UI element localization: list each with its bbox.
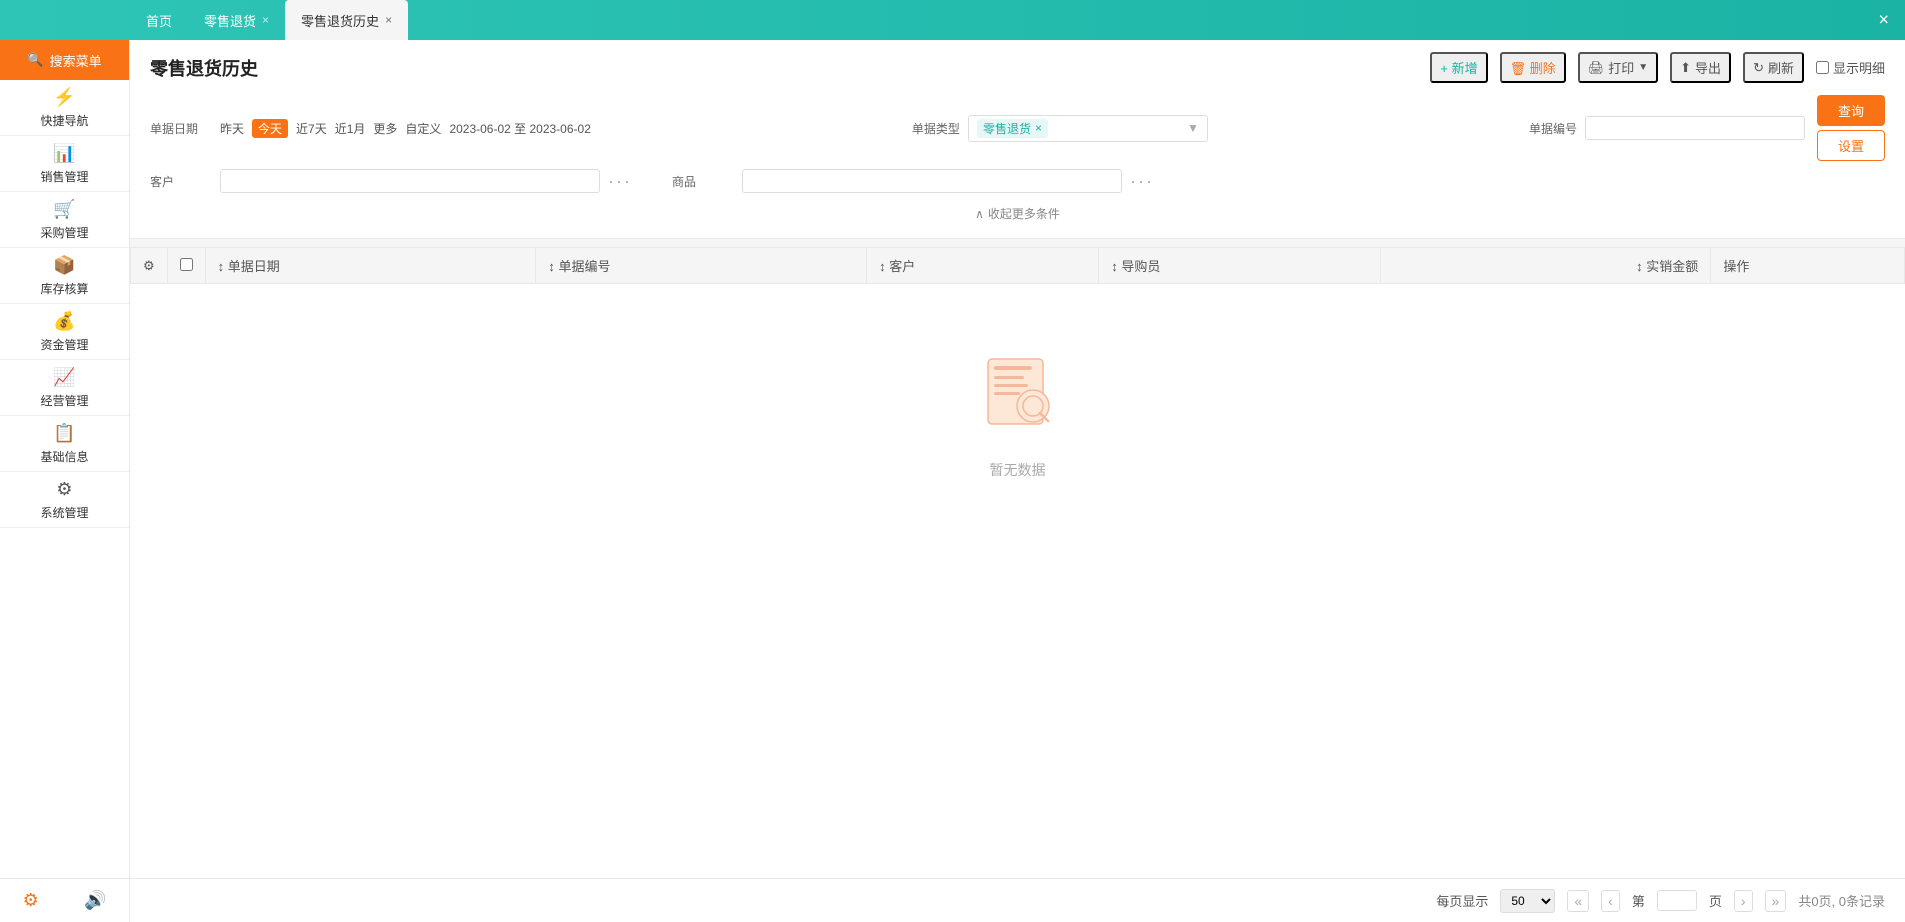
settings-bottom-icon[interactable]: ⚙ xyxy=(23,890,39,911)
audio-bottom-icon[interactable]: 🔊 xyxy=(84,890,106,911)
operations-icon: 📈 xyxy=(53,367,75,388)
page-number-input[interactable]: 1 xyxy=(1657,890,1697,911)
sidebar-item-system[interactable]: ⚙ 系统管理 xyxy=(0,472,129,528)
inventory-icon: 📦 xyxy=(53,255,75,276)
setting-button[interactable]: 设置 xyxy=(1817,130,1885,161)
page-label: 第 xyxy=(1632,891,1645,910)
sidebar-bottom: ⚙ 🔊 xyxy=(0,878,129,922)
sidebar-item-finance[interactable]: 💰 资金管理 xyxy=(0,304,129,360)
bill-type-tag: 零售退货 × xyxy=(977,119,1048,138)
collapse-button[interactable]: ∧ 收起更多条件 xyxy=(150,201,1885,230)
customer-input[interactable] xyxy=(220,169,600,193)
delete-button[interactable]: 🗑 删除 xyxy=(1500,52,1566,83)
customer-more-icon[interactable]: ··· xyxy=(608,171,632,192)
th-customer[interactable]: ↕ 客户 xyxy=(867,248,1099,284)
search-icon: 🔍 xyxy=(27,52,43,68)
th-settings[interactable]: ⚙ xyxy=(131,248,168,284)
last-page-button[interactable]: » xyxy=(1765,890,1787,912)
sales-icon: 📊 xyxy=(53,143,75,164)
refresh-icon: ↻ xyxy=(1753,60,1764,76)
sidebar-item-purchase[interactable]: 🛒 采购管理 xyxy=(0,192,129,248)
top-bar: 首页 零售退货 × 零售退货历史 × × xyxy=(0,0,1905,40)
date-shortcut-1month[interactable]: 近1月 xyxy=(335,120,366,137)
collapse-icon: ∧ xyxy=(975,207,984,221)
export-icon: ⬆ xyxy=(1680,60,1691,76)
date-filter-label: 单据日期 xyxy=(150,120,220,137)
refresh-button[interactable]: ↻ 刷新 xyxy=(1743,52,1804,83)
purchase-icon: 🛒 xyxy=(53,199,75,220)
page-size-select[interactable]: 20 50 100 xyxy=(1500,889,1555,913)
empty-icon xyxy=(968,344,1068,444)
table-container: ⚙ ↕ 单据日期 ↕ 单据编号 xyxy=(130,247,1905,878)
pagination-bar: 每页显示 20 50 100 « ‹ 第 1 页 › » 共0页, 0条记录 xyxy=(130,878,1905,922)
bill-no-input[interactable] xyxy=(1585,116,1805,140)
window-close-button[interactable]: × xyxy=(1878,10,1889,31)
th-date[interactable]: ↕ 单据日期 xyxy=(205,248,536,284)
query-button[interactable]: 查询 xyxy=(1817,95,1885,126)
content-area: 零售退货历史 + 新增 🗑 删除 🖨 🖨 打印 打印 ▼ ⬆ 导出 xyxy=(130,40,1905,922)
first-page-button[interactable]: « xyxy=(1567,890,1589,912)
tab-retail-return-history[interactable]: 零售退货历史 × xyxy=(285,0,408,40)
th-checkbox[interactable] xyxy=(167,248,205,284)
finance-icon: 💰 xyxy=(53,311,75,332)
page-header: 零售退货历史 + 新增 🗑 删除 🖨 🖨 打印 打印 ▼ ⬆ 导出 xyxy=(130,40,1905,239)
goods-filter-label: 商品 xyxy=(672,173,742,190)
date-shortcut-custom[interactable]: 自定义 xyxy=(405,120,441,137)
sidebar-item-operations[interactable]: 📈 经营管理 xyxy=(0,360,129,416)
sidebar-item-basic-info[interactable]: 📋 基础信息 xyxy=(0,416,129,472)
export-button[interactable]: ⬆ 导出 xyxy=(1670,52,1731,83)
toolbar: + 新增 🗑 删除 🖨 🖨 打印 打印 ▼ ⬆ 导出 ↻ 刷新 xyxy=(1430,52,1885,83)
bill-type-select[interactable]: 零售退货 × ▼ xyxy=(968,115,1208,142)
sidebar-search[interactable]: 🔍 搜索菜单 xyxy=(0,40,129,80)
new-button[interactable]: + 新增 xyxy=(1430,52,1487,83)
th-action: 操作 xyxy=(1711,248,1905,284)
sidebar: 🔍 搜索菜单 ⚡ 快捷导航 📊 销售管理 🛒 采购管理 📦 库存核算 💰 资金管… xyxy=(0,40,130,922)
print-button[interactable]: 🖨 🖨 打印 打印 ▼ xyxy=(1578,52,1658,83)
table-settings-icon[interactable]: ⚙ xyxy=(143,258,155,273)
select-all-checkbox[interactable] xyxy=(180,258,193,271)
quick-nav-icon: ⚡ xyxy=(53,87,75,108)
date-shortcuts: 昨天 今天 近7天 近1月 更多 自定义 xyxy=(220,119,441,138)
basic-info-icon: 📋 xyxy=(53,423,75,444)
filter-area: 单据日期 昨天 今天 近7天 近1月 更多 自定义 2023-06-02 至 2… xyxy=(150,95,1885,238)
page-total: 共0页, 0条记录 xyxy=(1798,891,1885,910)
next-page-button[interactable]: › xyxy=(1734,890,1753,912)
date-shortcut-more[interactable]: 更多 xyxy=(373,120,397,137)
filter-row-2: 客户 ··· 商品 ··· xyxy=(150,169,1885,193)
customer-filter-label: 客户 xyxy=(150,173,220,190)
bill-type-tag-remove[interactable]: × xyxy=(1035,121,1042,135)
th-bill-no[interactable]: ↕ 单据编号 xyxy=(536,248,867,284)
goods-more-icon[interactable]: ··· xyxy=(1130,171,1154,192)
page-title: 零售退货历史 xyxy=(150,55,258,81)
page-unit: 页 xyxy=(1709,891,1722,910)
th-amount[interactable]: ↕ 实销金额 xyxy=(1380,248,1711,284)
sidebar-item-inventory[interactable]: 📦 库存核算 xyxy=(0,248,129,304)
show-detail-checkbox-label[interactable]: 显示明细 xyxy=(1816,58,1885,77)
empty-state: 暂无数据 xyxy=(131,284,1905,540)
goods-input[interactable] xyxy=(742,169,1122,193)
close-tab-retail-return-history[interactable]: × xyxy=(385,13,392,27)
bill-type-dropdown-icon: ▼ xyxy=(1187,121,1199,135)
date-shortcut-yesterday[interactable]: 昨天 xyxy=(220,120,244,137)
system-icon: ⚙ xyxy=(56,479,72,500)
empty-text: 暂无数据 xyxy=(990,460,1046,480)
print-icon: 🖨 xyxy=(1588,60,1605,76)
sidebar-item-quick-nav[interactable]: ⚡ 快捷导航 xyxy=(0,80,129,136)
bill-type-filter-label: 单据类型 xyxy=(898,120,968,137)
date-shortcut-7days[interactable]: 近7天 xyxy=(296,120,327,137)
filter-row-1: 单据日期 昨天 今天 近7天 近1月 更多 自定义 2023-06-02 至 2… xyxy=(150,95,1885,161)
show-detail-checkbox[interactable] xyxy=(1816,61,1829,74)
tab-retail-return[interactable]: 零售退货 × xyxy=(188,0,285,40)
bill-no-filter-label: 单据编号 xyxy=(1515,120,1585,137)
date-range-value: 2023-06-02 至 2023-06-02 xyxy=(449,120,590,137)
prev-page-button[interactable]: ‹ xyxy=(1601,890,1620,912)
date-shortcut-today[interactable]: 今天 xyxy=(252,119,288,138)
tab-home[interactable]: 首页 xyxy=(130,0,188,40)
page-size-label: 每页显示 xyxy=(1436,891,1488,910)
sidebar-item-sales[interactable]: 📊 销售管理 xyxy=(0,136,129,192)
close-tab-retail-return[interactable]: × xyxy=(262,13,269,27)
th-guide[interactable]: ↕ 导购员 xyxy=(1099,248,1380,284)
data-table: ⚙ ↕ 单据日期 ↕ 单据编号 xyxy=(130,247,1905,540)
print-dropdown-icon: ▼ xyxy=(1638,62,1648,73)
